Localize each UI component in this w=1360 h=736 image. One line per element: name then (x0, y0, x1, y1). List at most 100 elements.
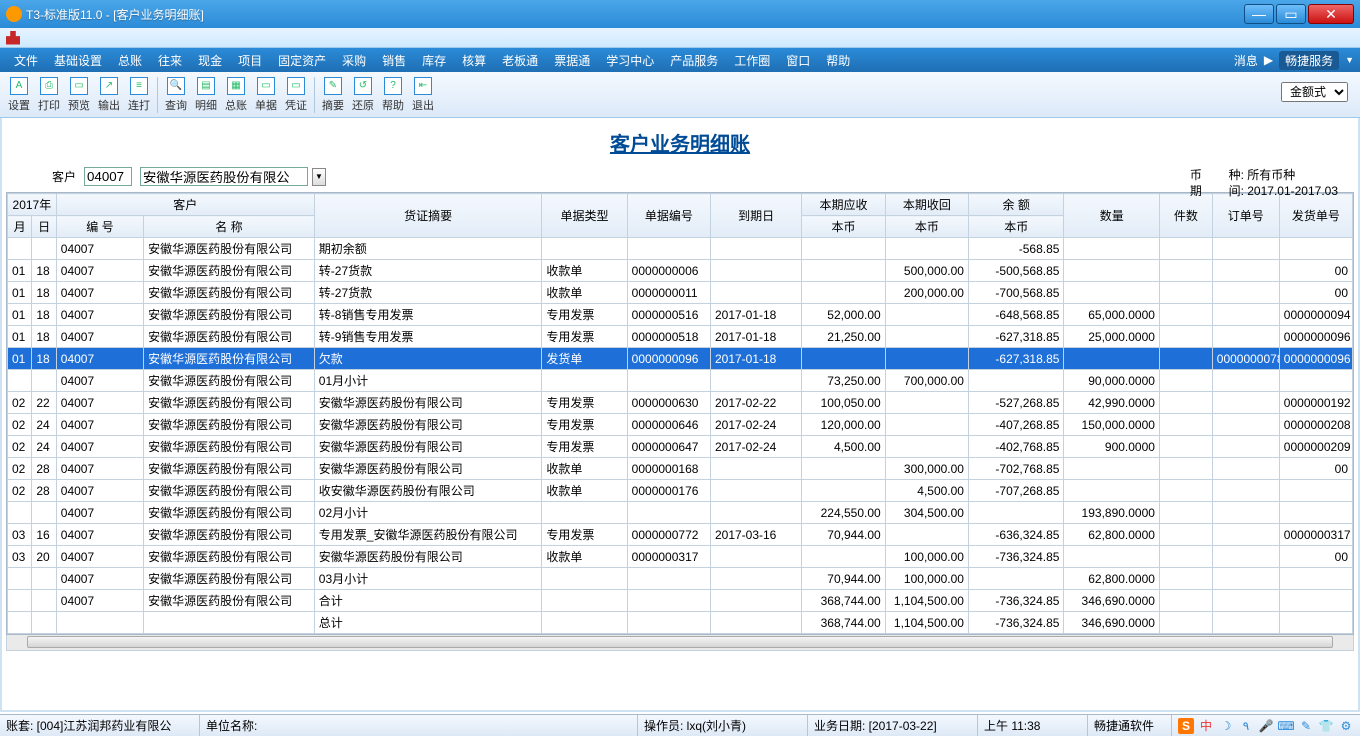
table-row[interactable]: 011804007安徽华源医药股份有限公司转-27货款收款单0000000011… (8, 282, 1353, 304)
menu-销售[interactable]: 销售 (374, 52, 414, 69)
col-orderno[interactable]: 订单号 (1212, 194, 1279, 238)
ime-tray: S中☽٩🎤⌨✎👕⚙ (1172, 718, 1360, 734)
col-balance[interactable]: 余 额 (968, 194, 1063, 216)
toolbar-还原[interactable]: ↺还原 (348, 75, 378, 115)
col-recv-local[interactable]: 本币 (802, 216, 885, 238)
toolbar-打印[interactable]: ⎙打印 (34, 75, 64, 115)
col-pcs[interactable]: 件数 (1159, 194, 1212, 238)
dropdown-icon[interactable]: ▼ (1345, 55, 1354, 65)
col-doctype[interactable]: 单据类型 (542, 194, 627, 238)
menu-库存[interactable]: 库存 (414, 52, 454, 69)
toolbar-单据[interactable]: ▭单据 (251, 75, 281, 115)
menu-帮助[interactable]: 帮助 (818, 52, 858, 69)
col-qty[interactable]: 数量 (1064, 194, 1159, 238)
ime-icon-7[interactable]: 👕 (1318, 718, 1334, 734)
menu-固定资产[interactable]: 固定资产 (270, 52, 334, 69)
menu-总账[interactable]: 总账 (110, 52, 150, 69)
toolbar-连打[interactable]: ≡连打 (124, 75, 154, 115)
customer-name-input[interactable] (140, 167, 308, 186)
col-month[interactable]: 月 (8, 216, 32, 238)
col-year[interactable]: 2017年 (8, 194, 57, 216)
col-code[interactable]: 编 号 (56, 216, 143, 238)
table-row[interactable]: 011804007安徽华源医药股份有限公司转-9销售专用发票专用发票000000… (8, 326, 1353, 348)
status-account: 账套: [004]江苏润邦药业有限公 (0, 715, 200, 736)
col-returned[interactable]: 本期收回 (885, 194, 968, 216)
col-shipno[interactable]: 发货单号 (1279, 194, 1352, 238)
打印-icon: ⎙ (40, 77, 58, 95)
customer-code-input[interactable] (84, 167, 132, 186)
table-row[interactable]: 04007安徽华源医药股份有限公司期初余额-568.85 (8, 238, 1353, 260)
toolbar-凭证[interactable]: ▭凭证 (281, 75, 311, 115)
menu-项目[interactable]: 项目 (230, 52, 270, 69)
data-grid[interactable]: 2017年 客户 货证摘要 单据类型 单据编号 到期日 本期应收 本期收回 余 … (6, 192, 1354, 635)
table-row[interactable]: 032004007安徽华源医药股份有限公司安徽华源医药股份有限公司收款单0000… (8, 546, 1353, 568)
col-due[interactable]: 到期日 (710, 194, 801, 238)
col-receivable[interactable]: 本期应收 (802, 194, 885, 216)
toolbar-输出[interactable]: ↗输出 (94, 75, 124, 115)
menu-产品服务[interactable]: 产品服务 (662, 52, 726, 69)
table-row[interactable]: 011804007安徽华源医药股份有限公司转-8销售专用发票专用发票000000… (8, 304, 1353, 326)
status-brand: 畅捷通软件 (1088, 715, 1172, 736)
ime-icon-3[interactable]: ٩ (1238, 718, 1254, 734)
menu-基础设置[interactable]: 基础设置 (46, 52, 110, 69)
col-name[interactable]: 名 称 (144, 216, 315, 238)
toolbar-设置[interactable]: A设置 (4, 75, 34, 115)
ime-icon-8[interactable]: ⚙ (1338, 718, 1354, 734)
report-content: 客户业务明细账 客户 ▼ 币 种: 所有币种 期 间: 2017.01-2017… (0, 118, 1360, 712)
customer-label: 客户 (52, 168, 76, 185)
toolbar-预览[interactable]: ▭预览 (64, 75, 94, 115)
menu-现金[interactable]: 现金 (190, 52, 230, 69)
col-bal-local[interactable]: 本币 (968, 216, 1063, 238)
设置-icon: A (10, 77, 28, 95)
menu-票据通[interactable]: 票据通 (546, 52, 598, 69)
ime-icon-0[interactable]: S (1178, 718, 1194, 734)
table-row[interactable]: 031604007安徽华源医药股份有限公司专用发票_安徽华源医药股份有限公司专用… (8, 524, 1353, 546)
menu-往来[interactable]: 往来 (150, 52, 190, 69)
toolbar-总账[interactable]: ▦总账 (221, 75, 251, 115)
menu-采购[interactable]: 采购 (334, 52, 374, 69)
table-row[interactable]: 022404007安徽华源医药股份有限公司安徽华源医药股份有限公司专用发票000… (8, 436, 1353, 458)
menu-窗口[interactable]: 窗口 (778, 52, 818, 69)
toolbar-帮助[interactable]: ?帮助 (378, 75, 408, 115)
table-row[interactable]: 011804007安徽华源医药股份有限公司欠款发货单00000000962017… (8, 348, 1353, 370)
toolbar-退出[interactable]: ⇤退出 (408, 75, 438, 115)
toolbar-摘要[interactable]: ✎摘要 (318, 75, 348, 115)
ime-icon-6[interactable]: ✎ (1298, 718, 1314, 734)
table-row[interactable]: 04007安徽华源医药股份有限公司01月小计73,250.00700,000.0… (8, 370, 1353, 392)
col-day[interactable]: 日 (32, 216, 56, 238)
table-row[interactable]: 022204007安徽华源医药股份有限公司安徽华源医药股份有限公司专用发票000… (8, 392, 1353, 414)
toolbar-明细[interactable]: ▤明细 (191, 75, 221, 115)
col-customer[interactable]: 客户 (56, 194, 314, 216)
col-ret-local[interactable]: 本币 (885, 216, 968, 238)
menu-工作圈[interactable]: 工作圈 (726, 52, 778, 69)
table-row[interactable]: 011804007安徽华源医药股份有限公司转-27货款收款单0000000006… (8, 260, 1353, 282)
amount-mode-select[interactable]: 金额式 (1281, 82, 1348, 102)
menu-文件[interactable]: 文件 (6, 52, 46, 69)
menu-messages[interactable]: 消息 (1234, 52, 1258, 69)
customer-dropdown-button[interactable]: ▼ (312, 168, 326, 186)
col-abstract[interactable]: 货证摘要 (314, 194, 542, 238)
table-row[interactable]: 04007安徽华源医药股份有限公司03月小计70,944.00100,000.0… (8, 568, 1353, 590)
table-row[interactable]: 022804007安徽华源医药股份有限公司安徽华源医药股份有限公司收款单0000… (8, 458, 1353, 480)
table-row[interactable]: 022404007安徽华源医药股份有限公司安徽华源医药股份有限公司专用发票000… (8, 414, 1353, 436)
menu-核算[interactable]: 核算 (454, 52, 494, 69)
maximize-button[interactable]: ▭ (1276, 4, 1306, 24)
toolbar-查询[interactable]: 🔍查询 (161, 75, 191, 115)
ime-icon-5[interactable]: ⌨ (1278, 718, 1294, 734)
ime-icon-2[interactable]: ☽ (1218, 718, 1234, 734)
ime-icon-1[interactable]: 中 (1198, 718, 1214, 734)
close-button[interactable]: ✕ (1308, 4, 1354, 24)
horizontal-scrollbar[interactable] (6, 635, 1354, 651)
table-row[interactable]: 04007安徽华源医药股份有限公司合计368,744.001,104,500.0… (8, 590, 1353, 612)
table-row[interactable]: 总计368,744.001,104,500.00-736,324.85346,6… (8, 612, 1353, 634)
menu-老板通[interactable]: 老板通 (494, 52, 546, 69)
还原-icon: ↺ (354, 77, 372, 95)
col-docno[interactable]: 单据编号 (627, 194, 710, 238)
menu-service[interactable]: 畅捷服务 (1279, 51, 1339, 70)
plug-icon[interactable] (6, 31, 20, 45)
menu-学习中心[interactable]: 学习中心 (598, 52, 662, 69)
table-row[interactable]: 022804007安徽华源医药股份有限公司收安徽华源医药股份有限公司收款单000… (8, 480, 1353, 502)
minimize-button[interactable]: — (1244, 4, 1274, 24)
ime-icon-4[interactable]: 🎤 (1258, 718, 1274, 734)
table-row[interactable]: 04007安徽华源医药股份有限公司02月小计224,550.00304,500.… (8, 502, 1353, 524)
